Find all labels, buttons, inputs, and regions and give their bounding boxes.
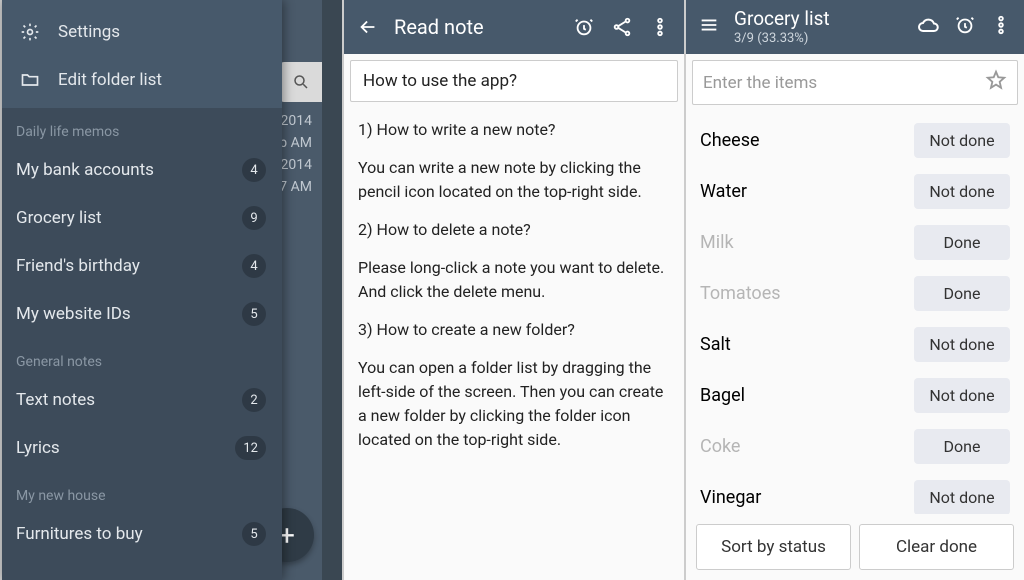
item-name: Coke [700, 436, 740, 457]
section-title: General notes [2, 338, 282, 376]
search-icon[interactable] [280, 62, 322, 102]
status-button[interactable]: Done [914, 276, 1010, 311]
appbar-read-note: Read note [344, 0, 684, 54]
folder-item[interactable]: Friend's birthday 4 [2, 242, 282, 290]
grocery-title: Grocery list [734, 8, 902, 31]
list-item[interactable]: Milk Done [686, 217, 1024, 268]
folder-item[interactable]: My bank accounts 4 [2, 146, 282, 194]
settings-row[interactable]: Settings [2, 8, 282, 56]
list-item[interactable]: Water Not done [686, 166, 1024, 217]
note-paragraph: Please long-click a note you want to del… [358, 256, 670, 304]
title-block: Grocery list 3/9 (33.33%) [734, 8, 902, 46]
note-paragraph: 3) How to create a new folder? [358, 318, 670, 342]
count-badge: 12 [235, 436, 266, 460]
share-icon[interactable] [610, 15, 634, 39]
folder-label: Friend's birthday [16, 256, 140, 276]
entry-field[interactable]: Enter the items [692, 60, 1018, 105]
edit-folder-label: Edit folder list [58, 70, 162, 90]
clear-button[interactable]: Clear done [859, 524, 1014, 570]
note-paragraph: 1) How to write a new note? [358, 118, 670, 142]
count-badge: 2 [242, 388, 266, 412]
list-item[interactable]: Cheese Not done [686, 115, 1024, 166]
item-name: Cheese [700, 130, 760, 151]
list-item[interactable]: Salt Not done [686, 319, 1024, 370]
item-name: Tomatoes [700, 283, 781, 304]
list-item[interactable]: Tomatoes Done [686, 268, 1024, 319]
section-title: Daily life memos [2, 108, 282, 146]
count-badge: 5 [242, 522, 266, 546]
panel-grocery-list: Grocery list 3/9 (33.33%) Enter the item… [684, 0, 1024, 580]
star-icon[interactable] [985, 69, 1007, 96]
note-paragraph: 2) How to delete a note? [358, 218, 670, 242]
folder-label: Grocery list [16, 208, 102, 228]
folder-item[interactable]: Furnitures to buy 5 [2, 510, 282, 558]
folder-label: My bank accounts [16, 160, 154, 180]
note-paragraph: You can open a folder list by dragging t… [358, 356, 670, 452]
folder-label: Text notes [16, 390, 95, 410]
folder-label: Furnitures to buy [16, 524, 143, 544]
count-badge: 9 [242, 206, 266, 230]
folder-icon [20, 70, 40, 90]
list-item[interactable]: Vinegar Not done [686, 472, 1024, 514]
status-button[interactable]: Not done [914, 123, 1010, 158]
appbar-grocery: Grocery list 3/9 (33.33%) [686, 0, 1024, 54]
section-title: My new house [2, 472, 282, 510]
list-item[interactable]: Bagel Not done [686, 370, 1024, 421]
note-title: How to use the app? [350, 60, 678, 102]
settings-label: Settings [58, 22, 120, 42]
drawer-header: Settings Edit folder list [2, 0, 282, 108]
bottom-buttons: Sort by status Clear done [686, 514, 1024, 580]
cloud-icon[interactable] [916, 13, 940, 41]
sort-button[interactable]: Sort by status [696, 524, 851, 570]
item-name: Water [700, 181, 747, 202]
status-button[interactable]: Done [914, 429, 1010, 464]
note-paragraph: You can write a new note by clicking the… [358, 156, 670, 204]
alarm-icon[interactable] [954, 14, 976, 40]
back-icon[interactable] [356, 15, 380, 39]
more-icon[interactable] [990, 14, 1012, 40]
count-badge: 4 [242, 254, 266, 278]
folder-label: My website IDs [16, 304, 131, 324]
status-button[interactable]: Not done [914, 174, 1010, 209]
more-icon[interactable] [648, 15, 672, 39]
item-name: Salt [700, 334, 731, 355]
folder-item[interactable]: Lyrics 12 [2, 424, 282, 472]
status-button[interactable]: Done [914, 225, 1010, 260]
list-item[interactable]: Coke Done [686, 421, 1024, 472]
folder-item[interactable]: Grocery list 9 [2, 194, 282, 242]
navigation-drawer: Settings Edit folder list Daily life mem… [2, 0, 282, 580]
panel-drawer: 2014 b AM 2014 7 AM + Settings Edit fold… [0, 0, 342, 580]
note-body: 1) How to write a new note? You can write… [344, 108, 684, 476]
edit-folder-row[interactable]: Edit folder list [2, 56, 282, 104]
panel-read-note: Read note How to use the app? 1) How to … [342, 0, 684, 580]
status-button[interactable]: Not done [914, 378, 1010, 413]
folder-item[interactable]: My website IDs 5 [2, 290, 282, 338]
page-title: Read note [394, 15, 558, 39]
count-badge: 5 [242, 302, 266, 326]
items-list: CheeseNot doneWaterNot doneMilkDoneTomat… [686, 111, 1024, 514]
item-name: Vinegar [700, 487, 761, 508]
entry-placeholder: Enter the items [703, 73, 985, 93]
count-badge: 4 [242, 158, 266, 182]
item-name: Milk [700, 232, 734, 253]
status-button[interactable]: Not done [914, 327, 1010, 362]
alarm-icon[interactable] [572, 15, 596, 39]
item-name: Bagel [700, 385, 745, 406]
folder-item[interactable]: Text notes 2 [2, 376, 282, 424]
menu-icon[interactable] [698, 14, 720, 40]
gear-icon [20, 22, 40, 42]
status-button[interactable]: Not done [914, 480, 1010, 514]
folder-label: Lyrics [16, 438, 60, 458]
grocery-subtitle: 3/9 (33.33%) [734, 31, 902, 47]
